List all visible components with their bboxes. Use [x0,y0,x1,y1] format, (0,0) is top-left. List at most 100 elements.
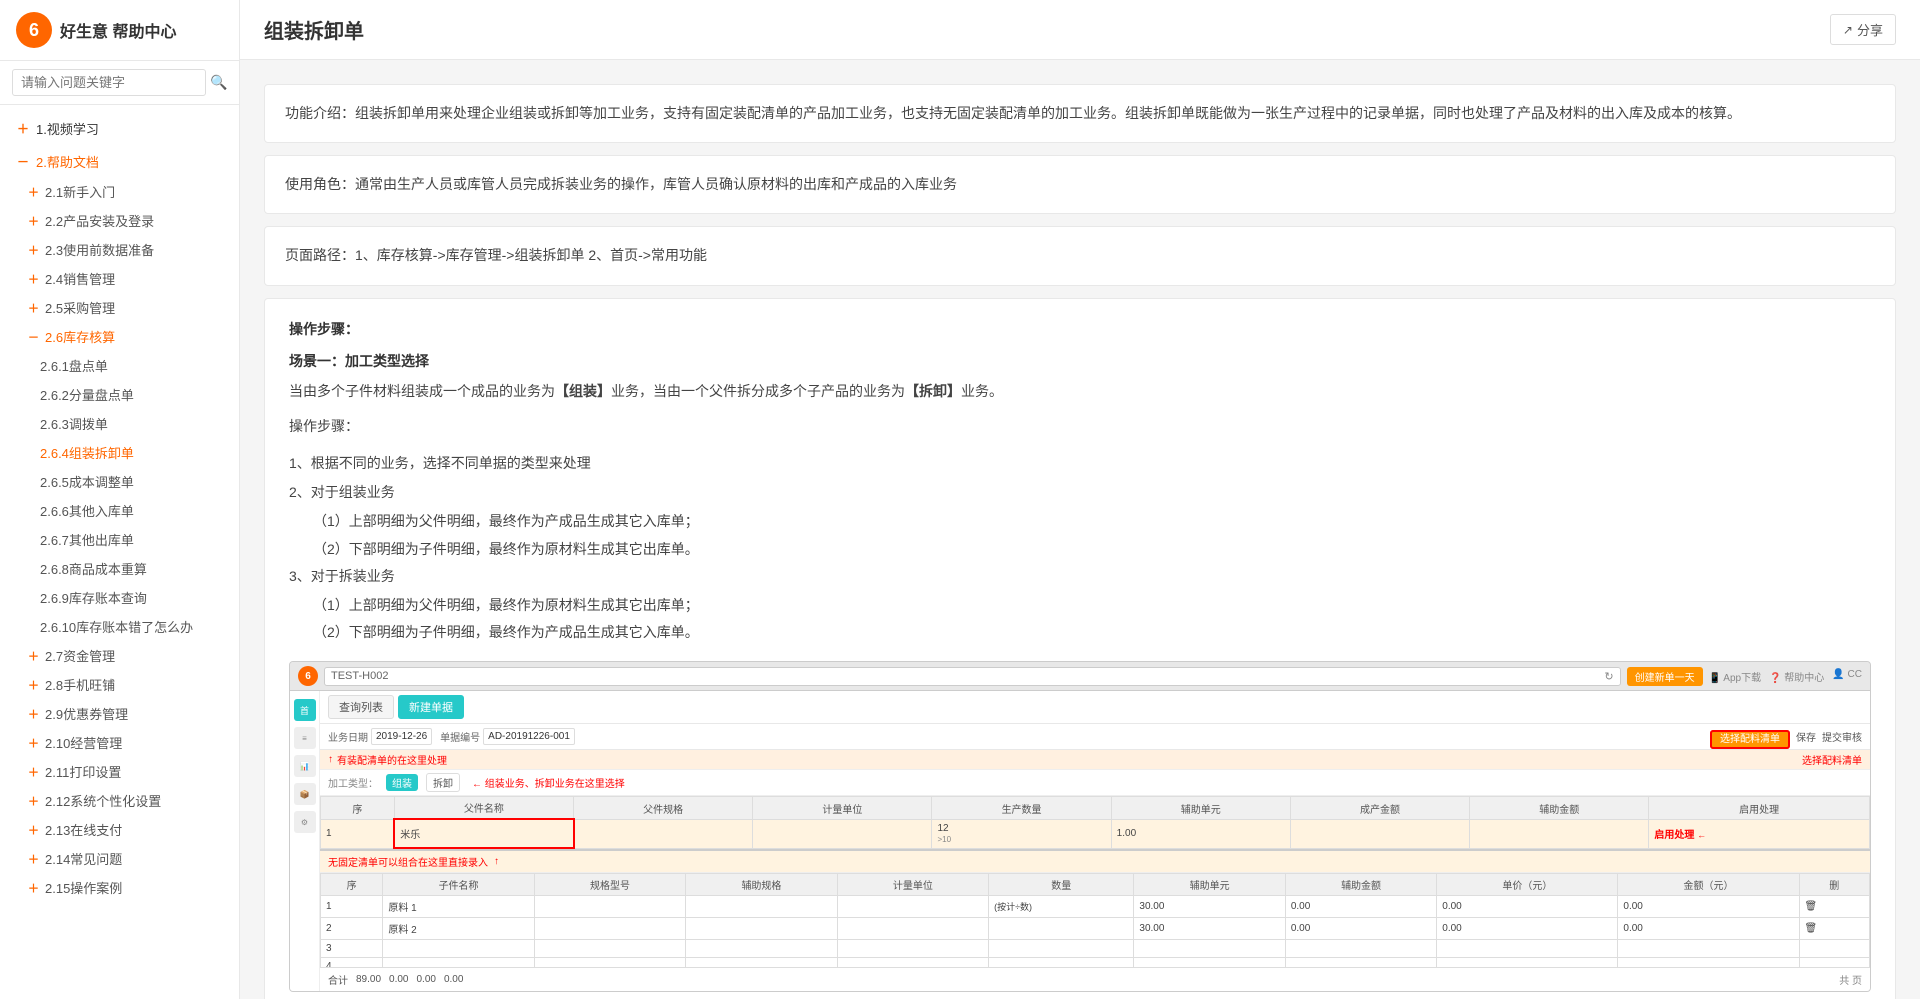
sidebar-item-other-outbound[interactable]: 2.6.7其他出库单 [0,525,239,554]
sidebar-item-cases[interactable]: ＋ 2.15操作案例 [0,873,239,902]
ss-annotation-row: 无固定清单可以组合在这里直接录入 ↑ [320,851,1870,873]
ss-th-aux-amount: 辅助金额 [1470,797,1649,820]
ss-th-qty: 生产数量 [932,797,1111,820]
ss-td-father-name: 米乐 [394,819,573,848]
ss-ltd-qty: (按计÷数) [989,896,1134,918]
minus-icon-small: － [28,329,39,345]
share-button[interactable]: ↗ 分享 [1830,14,1896,45]
intro-role-text: 使用角色：通常由生产人员或库管人员完成拆装业务的操作，库管人员确认原材料的出库和… [285,172,1875,197]
ss-bom-btn: 选择配料清单 [1710,730,1790,749]
logo-icon: 6 [16,12,52,48]
inventory-sub-items: 2.6.1盘点单 2.6.2分量盘点单 2.6.3调拨单 2.6.4组装拆卸单 … [0,351,239,641]
ss-nav-home-icon: 首 [294,699,316,721]
sidebar-item-cost-recalc[interactable]: 2.6.8商品成本重算 [0,554,239,583]
ss-th-father-spec: 父件规格 [574,797,753,820]
intro-path-card: 页面路径：1、库存核算->库存管理->组装拆卸单 2、首页->常用功能 [264,226,1896,285]
ss-type-assembly: 组装 [386,774,418,791]
ss-table-row: 4 [321,958,1870,968]
sidebar-item-faq[interactable]: ＋ 2.14常见问题 [0,844,239,873]
sidebar-item-stock-count[interactable]: 2.6.1盘点单 [0,351,239,380]
ss-type-disassembly: 拆卸 [426,773,460,792]
plus-icon-small: ＋ [28,242,39,258]
sidebar-item-online-pay[interactable]: ＋ 2.13在线支付 [0,815,239,844]
search-button[interactable]: 🔍 [206,70,231,95]
ss-url-bar: TEST-H002 ↻ [324,667,1621,686]
nav-section-1: ＋ 1.视频学习 [0,113,239,144]
sidebar-item-finance[interactable]: ＋ 2.7资金管理 [0,641,239,670]
sidebar-item-management[interactable]: ＋ 2.10经营管理 [0,728,239,757]
plus-icon-small: ＋ [28,822,39,838]
ss-app-area: 首 ≡ 📊 📦 ⚙ 查询列表 新建单据 [290,691,1870,991]
ss-form-bar: 业务日期 2019-12-26 单据编号 AD-20191226-001 选择配 [320,724,1870,750]
page-title: 组装拆卸单 [264,15,364,44]
sidebar-item-mobile[interactable]: ＋ 2.8手机旺铺 [0,670,239,699]
sidebar-item-coupon[interactable]: ＋ 2.9优惠券管理 [0,699,239,728]
sidebar-item-partial-count[interactable]: 2.6.2分量盘点单 [0,380,239,409]
search-box: 🔍 [0,61,239,105]
ss-order-value: AD-20191226-001 [483,728,575,745]
ss-ltd-del: 🗑 [1799,918,1869,940]
search-input[interactable] [12,69,206,96]
operations-body: 操作步骤： 场景一：加工类型选择 当由多个子件材料组装成一个成品的业务为【组装】… [264,298,1896,999]
ss-lth-del: 删 [1799,874,1869,896]
plus-icon-small: ＋ [28,880,39,896]
sidebar-item-label: 2.11打印设置 [45,762,121,781]
sidebar: 6 好生意 帮助中心 🔍 ＋ 1.视频学习 － 2.帮助文档 ＋ 2.1新手入门 [0,0,240,999]
sidebar-item-custom[interactable]: ＋ 2.12系统个性化设置 [0,786,239,815]
plus-icon-small: ＋ [28,184,39,200]
sidebar-item-beginner[interactable]: ＋ 2.1新手入门 [0,177,239,206]
sidebar-item-inventory-fix[interactable]: 2.6.10库存账本错了怎么办 [0,612,239,641]
ss-ltd-amount: 0.00 [1618,896,1799,918]
plus-icon-small: ＋ [28,793,39,809]
ss-total-3: 0.00 [417,974,436,985]
ss-logo-icon: 6 [298,666,318,686]
ss-nav-icon-1: ≡ [294,727,316,749]
sidebar-item-inventory-query[interactable]: 2.6.9库存账本查询 [0,583,239,612]
sidebar-item-data-prep[interactable]: ＋ 2.3使用前数据准备 [0,235,239,264]
minus-icon: － [16,155,30,169]
ss-td-enable: 启用处理 ← [1649,819,1870,848]
ss-lth-seq: 序 [321,874,383,896]
ss-user-icon: 👤 CC [1832,669,1862,684]
sidebar-item-cost-adjust[interactable]: 2.6.5成本调整单 [0,467,239,496]
sidebar-item-print[interactable]: ＋ 2.11打印设置 [0,757,239,786]
sidebar-item-sales[interactable]: ＋ 2.4销售管理 [0,264,239,293]
nav-section-2: － 2.帮助文档 ＋ 2.1新手入门 ＋ 2.2产品安装及登录 ＋ 2.3使用前… [0,146,239,902]
scene-desc: 当由多个子件材料组装成一个成品的业务为【组装】业务，当由一个父件拆分成多个子产品… [289,379,1871,404]
ss-ltd-aux-amt: 0.00 [1285,918,1436,940]
sidebar-item-inventory[interactable]: － 2.6库存核算 [0,322,239,351]
ss-td-seq: 1 [321,819,395,848]
ss-lth-amount: 金额（元） [1618,874,1799,896]
ss-td-qty: 12>10 [932,819,1111,848]
ss-ltd-name: 原料 2 [383,918,534,940]
plus-icon-small: ＋ [28,271,39,287]
main-area: 组装拆卸单 ↗ 分享 功能介绍：组装拆卸单用来处理企业组装或拆卸等加工业务，支持… [240,0,1920,999]
ss-td-amount [1290,819,1469,848]
sidebar-item-install[interactable]: ＋ 2.2产品安装及登录 [0,206,239,235]
sidebar-item-assembly[interactable]: 2.6.4组装拆卸单 [0,438,239,467]
ss-save-btn: 保存 [1796,729,1816,744]
sidebar-item-purchase[interactable]: ＋ 2.5采购管理 [0,293,239,322]
plus-icon-small: ＋ [28,300,39,316]
ss-date-label: 业务日期 [328,729,368,744]
sidebar-item-video-learning[interactable]: ＋ 1.视频学习 [0,113,239,144]
sidebar-item-label: 2.13在线支付 [45,820,122,839]
ss-td-aux-qty: 1.00 [1111,819,1290,848]
sidebar-item-label: 2.7资金管理 [45,646,115,665]
ss-ltd-seq: 2 [321,918,383,940]
plus-icon-small: ＋ [28,648,39,664]
intro-function-card: 功能介绍：组装拆卸单用来处理企业组装或拆卸等加工业务，支持有固定装配清单的产品加… [264,84,1896,143]
sidebar-item-help-docs[interactable]: － 2.帮助文档 [0,146,239,177]
ss-nav-icon-2: 📊 [294,755,316,777]
ss-left-nav: 首 ≡ 📊 📦 ⚙ [290,691,320,991]
sidebar-item-label: 2.15操作案例 [45,878,122,897]
sidebar-item-label: 2.6库存核算 [45,327,115,346]
sidebar-item-other-inbound[interactable]: 2.6.6其他入库单 [0,496,239,525]
ss-total-label: 合计 [328,972,348,987]
ss-lower-table-area: 序 子件名称 规格型号 辅助规格 计量单位 数量 辅助单元 辅助金额 单价（元） [320,873,1870,967]
sidebar-item-label: 2.14常见问题 [45,849,122,868]
plus-icon: ＋ [16,122,30,136]
scene-title: 场景一：加工类型选择 [289,351,1871,371]
sidebar-item-transfer[interactable]: 2.6.3调拨单 [0,409,239,438]
ss-td-aux-amount [1470,819,1649,848]
